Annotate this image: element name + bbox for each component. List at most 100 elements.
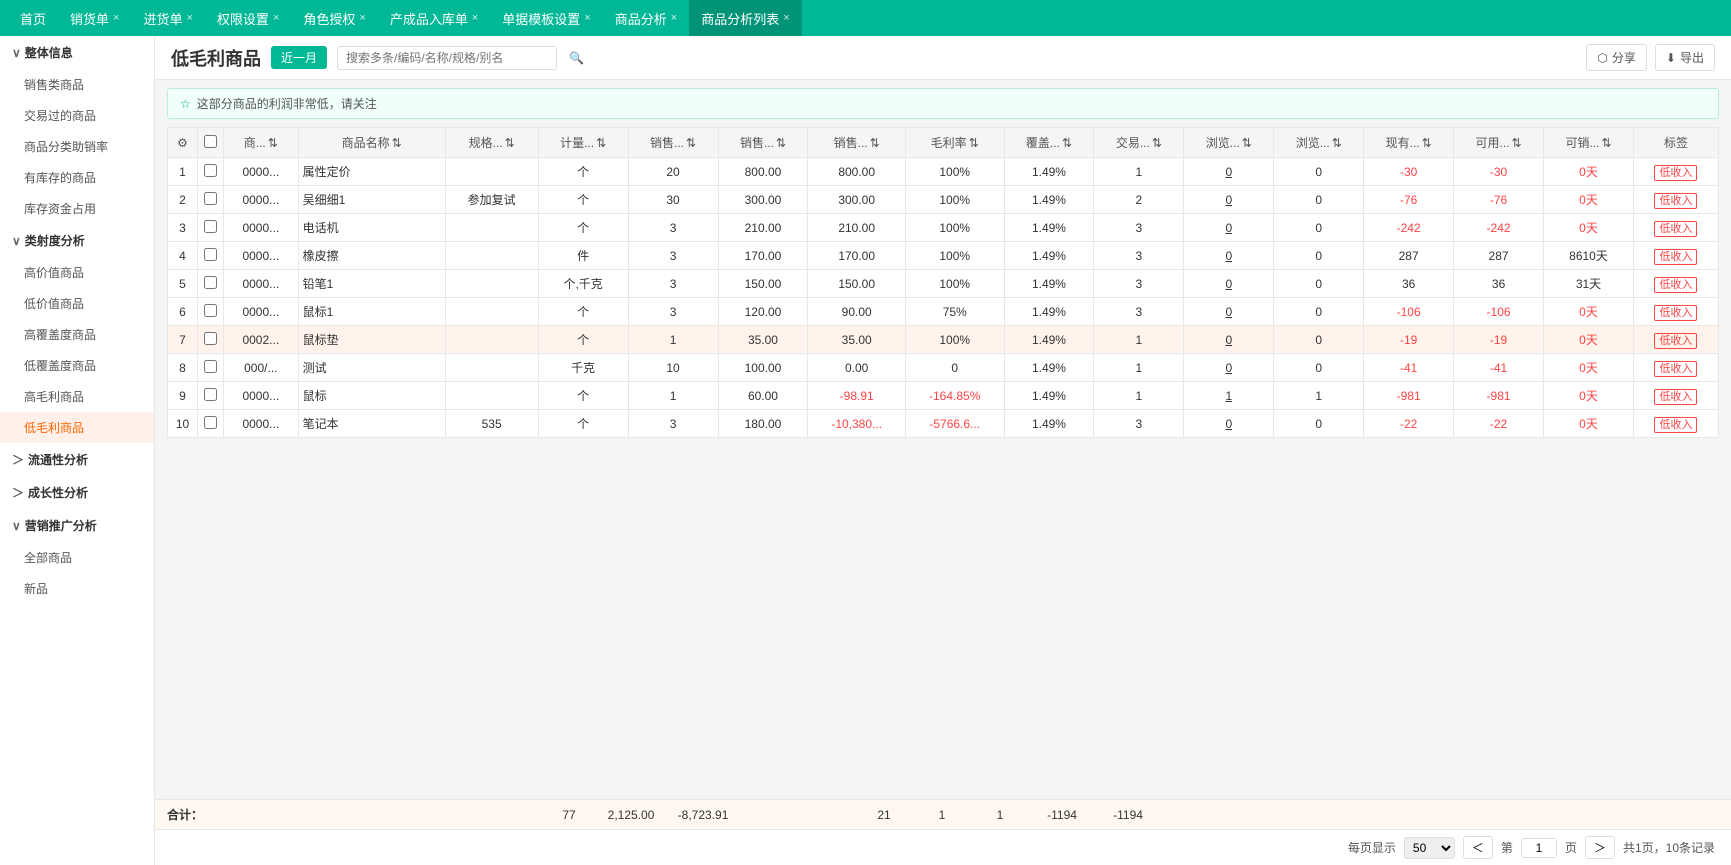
export-icon: ⬇: [1666, 51, 1676, 65]
row-checkbox[interactable]: [198, 382, 224, 410]
sidebar-group-category-analysis[interactable]: ∨ 类射度分析: [0, 224, 154, 257]
row-checkbox[interactable]: [198, 326, 224, 354]
close-icon[interactable]: ×: [359, 12, 365, 24]
row-browse1[interactable]: 0: [1184, 158, 1274, 186]
row-browse1[interactable]: 0: [1184, 410, 1274, 438]
col-trade[interactable]: 交易...⇅: [1094, 128, 1184, 158]
sidebar-item-low-margin[interactable]: 低毛利商品: [0, 412, 154, 443]
col-coverage[interactable]: 覆盖...⇅: [1004, 128, 1094, 158]
nav-item-template[interactable]: 单据模板设置 ×: [490, 0, 602, 36]
row-select-checkbox[interactable]: [204, 164, 217, 177]
row-checkbox[interactable]: [198, 158, 224, 186]
sidebar-item-low-value[interactable]: 低价值商品: [0, 288, 154, 319]
col-sales-qty[interactable]: 销售...⇅: [628, 128, 718, 158]
share-icon: ⬡: [1597, 51, 1607, 65]
row-browse1[interactable]: 0: [1184, 270, 1274, 298]
col-settings[interactable]: ⚙: [168, 128, 198, 158]
row-browse1[interactable]: 0: [1184, 354, 1274, 382]
sidebar-item-high-margin[interactable]: 高毛利商品: [0, 381, 154, 412]
select-all-checkbox[interactable]: [204, 135, 217, 148]
row-select-checkbox[interactable]: [204, 388, 217, 401]
col-sales-price[interactable]: 销售...⇅: [718, 128, 808, 158]
row-checkbox[interactable]: [198, 354, 224, 382]
sidebar-group-marketing[interactable]: ∨ 营销推广分析: [0, 509, 154, 542]
col-available[interactable]: 可用...⇅: [1454, 128, 1544, 158]
sidebar-item-in-stock[interactable]: 有库存的商品: [0, 162, 154, 193]
row-select-checkbox[interactable]: [204, 276, 217, 289]
row-browse2: 0: [1274, 158, 1364, 186]
row-browse1[interactable]: 0: [1184, 186, 1274, 214]
sidebar-item-all-products[interactable]: 全部商品: [0, 542, 154, 573]
close-icon[interactable]: ×: [584, 12, 590, 24]
row-browse1[interactable]: 0: [1184, 326, 1274, 354]
col-checkbox[interactable]: [198, 128, 224, 158]
nav-item-home[interactable]: 首页: [8, 0, 58, 36]
row-browse1[interactable]: 0: [1184, 214, 1274, 242]
row-name: 电话机: [298, 214, 445, 242]
col-browse1[interactable]: 浏览...⇅: [1184, 128, 1274, 158]
row-browse1[interactable]: 0: [1184, 242, 1274, 270]
footer-current-stock: -1194: [1029, 808, 1095, 822]
row-checkbox[interactable]: [198, 270, 224, 298]
col-spec[interactable]: 规格...⇅: [445, 128, 538, 158]
sidebar-item-new-products[interactable]: 新品: [0, 573, 154, 604]
sidebar-item-category-rate[interactable]: 商品分类助销率: [0, 131, 154, 162]
sidebar-item-high-coverage[interactable]: 高覆盖度商品: [0, 319, 154, 350]
row-checkbox[interactable]: [198, 186, 224, 214]
close-icon[interactable]: ×: [186, 12, 192, 24]
close-icon[interactable]: ×: [783, 12, 789, 24]
row-select-checkbox[interactable]: [204, 304, 217, 317]
search-icon[interactable]: 🔍: [569, 51, 584, 65]
row-select-checkbox[interactable]: [204, 248, 217, 261]
nav-item-purchase[interactable]: 进货单 ×: [131, 0, 204, 36]
nav-item-role[interactable]: 角色授权 ×: [291, 0, 377, 36]
next-page-button[interactable]: ＞: [1585, 836, 1615, 859]
close-icon[interactable]: ×: [671, 12, 677, 24]
row-select-checkbox[interactable]: [204, 220, 217, 233]
share-button[interactable]: ⬡ 分享: [1586, 44, 1647, 71]
row-browse1[interactable]: 1: [1184, 382, 1274, 410]
nav-item-analysis-list[interactable]: 商品分析列表 ×: [689, 0, 801, 36]
export-button[interactable]: ⬇ 导出: [1655, 44, 1715, 71]
sidebar-item-stock-capital[interactable]: 库存资金占用: [0, 193, 154, 224]
close-icon[interactable]: ×: [113, 12, 119, 24]
nav-item-product-analysis[interactable]: 商品分析 ×: [603, 0, 689, 36]
row-checkbox[interactable]: [198, 242, 224, 270]
nav-item-permission[interactable]: 权限设置 ×: [205, 0, 291, 36]
search-input[interactable]: [337, 46, 557, 70]
time-filter-button[interactable]: 近一月: [271, 46, 327, 69]
sidebar-item-traded-products[interactable]: 交易过的商品: [0, 100, 154, 131]
col-sales-amount[interactable]: 销售...⇅: [808, 128, 905, 158]
row-select-checkbox[interactable]: [204, 192, 217, 205]
row-browse2: 0: [1274, 214, 1364, 242]
col-saleable[interactable]: 可销...⇅: [1544, 128, 1634, 158]
row-select-checkbox[interactable]: [204, 332, 217, 345]
row-select-checkbox[interactable]: [204, 360, 217, 373]
sidebar-item-low-coverage[interactable]: 低覆盖度商品: [0, 350, 154, 381]
nav-item-product-in[interactable]: 产成品入库单 ×: [378, 0, 490, 36]
page-number-input[interactable]: [1521, 838, 1557, 858]
row-checkbox[interactable]: [198, 298, 224, 326]
sidebar-item-sales-products[interactable]: 销售类商品: [0, 69, 154, 100]
col-unit[interactable]: 计量...⇅: [538, 128, 628, 158]
nav-item-sales[interactable]: 销货单 ×: [58, 0, 131, 36]
col-name[interactable]: 商品名称⇅: [298, 128, 445, 158]
sidebar-group-growth[interactable]: ＞ 成长性分析: [0, 476, 154, 509]
col-browse2[interactable]: 浏览...⇅: [1274, 128, 1364, 158]
row-gross-rate: 100%: [905, 242, 1004, 270]
row-checkbox[interactable]: [198, 410, 224, 438]
sidebar-group-overall[interactable]: ∨ 整体信息: [0, 36, 154, 69]
row-browse1[interactable]: 0: [1184, 298, 1274, 326]
sidebar-group-circulation[interactable]: ＞ 流通性分析: [0, 443, 154, 476]
col-code[interactable]: 商...⇅: [224, 128, 299, 158]
close-icon[interactable]: ×: [273, 12, 279, 24]
col-gross-rate[interactable]: 毛利率⇅: [905, 128, 1004, 158]
row-select-checkbox[interactable]: [204, 416, 217, 429]
per-page-select[interactable]: 50 100 200: [1404, 837, 1455, 859]
sidebar-item-high-value[interactable]: 高价值商品: [0, 257, 154, 288]
prev-page-button[interactable]: ＜: [1463, 836, 1493, 859]
row-checkbox[interactable]: [198, 214, 224, 242]
close-icon[interactable]: ×: [472, 12, 478, 24]
row-spec: 535: [445, 410, 538, 438]
col-current-stock[interactable]: 现有...⇅: [1364, 128, 1454, 158]
